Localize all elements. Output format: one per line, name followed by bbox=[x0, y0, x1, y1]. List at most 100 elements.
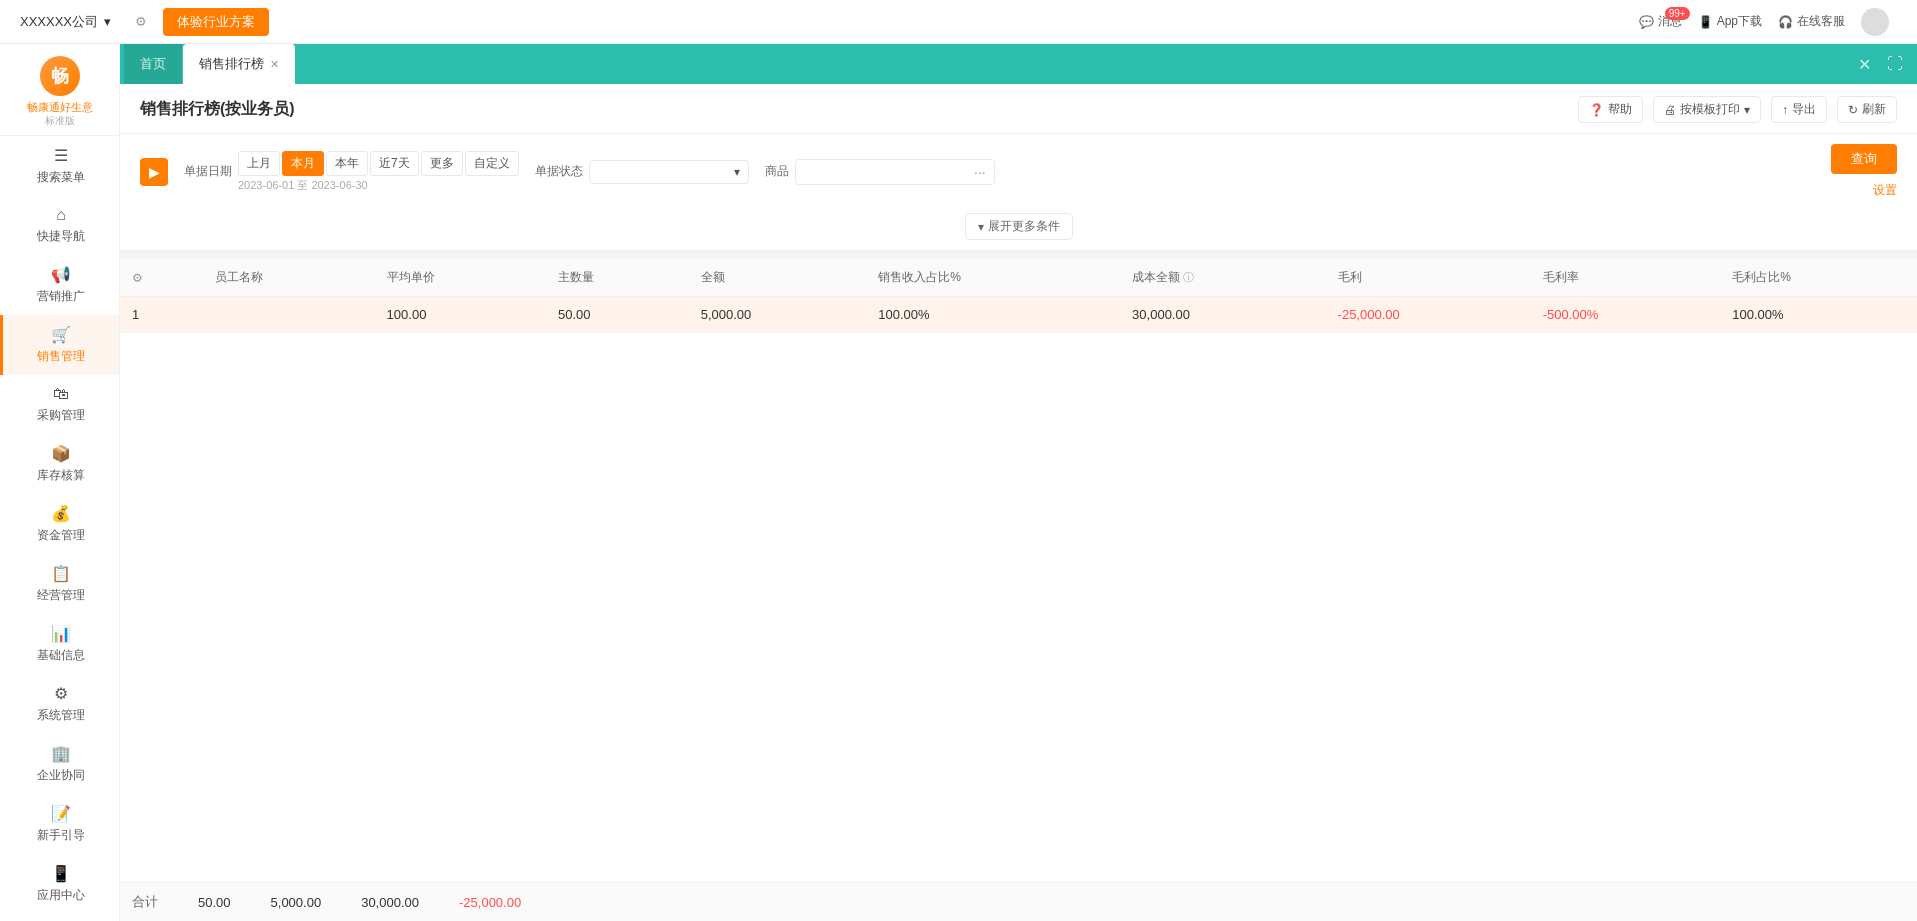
col-revenue-pct: 销售收入占比% bbox=[866, 259, 1120, 297]
refresh-icon: ↻ bbox=[1848, 103, 1858, 117]
sidebar-item-sales[interactable]: 🛒 销售管理 bbox=[0, 315, 119, 375]
window-close-icon[interactable]: ✕ bbox=[1852, 53, 1877, 76]
message-button[interactable]: 💬 消息 99+ bbox=[1639, 13, 1682, 30]
app-label: App下载 bbox=[1717, 13, 1762, 30]
date-btn-this-month[interactable]: 本月 bbox=[282, 151, 324, 176]
expand-more-button[interactable]: ▾ 展开更多条件 bbox=[965, 213, 1073, 240]
refresh-button[interactable]: ↻ 刷新 bbox=[1837, 96, 1897, 123]
date-btn-this-year[interactable]: 本年 bbox=[326, 151, 368, 176]
date-btn-custom[interactable]: 自定义 bbox=[465, 151, 519, 176]
sidebar-label-corp: 企业协同 bbox=[37, 767, 85, 784]
sidebar-label-system: 系统管理 bbox=[37, 707, 85, 724]
help-icon: ❓ bbox=[1589, 103, 1604, 117]
sidebar-item-purchase[interactable]: 🛍 采购管理 bbox=[0, 375, 119, 434]
main-area: 首页 销售排行榜 ✕ ✕ ⛶ 销售排行榜(按业务员) ❓ 帮助 � bbox=[120, 44, 1917, 921]
tab-home[interactable]: 首页 bbox=[124, 44, 183, 84]
sidebar-label-search: 搜索菜单 bbox=[37, 169, 85, 186]
date-btn-last-month[interactable]: 上月 bbox=[238, 151, 280, 176]
sidebar-label-inventory: 库存核算 bbox=[37, 467, 85, 484]
footer-amount: 5,000.00 bbox=[271, 895, 322, 910]
guide-icon: 📝 bbox=[51, 804, 71, 823]
corp-icon: 🏢 bbox=[51, 744, 71, 763]
help-button[interactable]: ❓ 帮助 bbox=[1578, 96, 1643, 123]
col-gross-pct: 毛利占比% bbox=[1720, 259, 1917, 297]
table-footer: 合计 50.00 5,000.00 30,000.00 -25,000.00 bbox=[120, 882, 1917, 921]
window-buttons: ✕ ⛶ bbox=[1852, 53, 1917, 76]
avatar[interactable] bbox=[1861, 8, 1889, 36]
footer-cost: 30,000.00 bbox=[361, 895, 419, 910]
export-button[interactable]: ↑ 导出 bbox=[1771, 96, 1827, 123]
sidebar-item-app-center[interactable]: 📱 应用中心 bbox=[0, 854, 119, 914]
cell-cost: 30,000.00 bbox=[1120, 297, 1325, 333]
footer-gross: -25,000.00 bbox=[459, 895, 521, 910]
sidebar-item-inventory[interactable]: 📦 库存核算 bbox=[0, 434, 119, 494]
sidebar-label-finance: 资金管理 bbox=[37, 527, 85, 544]
basic-icon: 📊 bbox=[51, 624, 71, 643]
home-icon: ⌂ bbox=[56, 206, 66, 224]
print-chevron-icon: ▾ bbox=[1744, 103, 1750, 117]
tab-sales-rank[interactable]: 销售排行榜 ✕ bbox=[183, 44, 295, 84]
sidebar: 畅 畅康通好生意 标准版 ☰ 搜索菜单 ⌂ 快捷导航 📢 营销推广 🛒 销售管理… bbox=[0, 44, 120, 921]
table-container: ⚙ 员工名称 平均单价 主数量 全额 销售收入占比% 成本全额 ⓘ 毛利 毛利率… bbox=[120, 259, 1917, 882]
app-download-button[interactable]: 📱 App下载 bbox=[1698, 13, 1762, 30]
date-btn-more[interactable]: 更多 bbox=[421, 151, 463, 176]
headset-icon: 🎧 bbox=[1778, 15, 1793, 29]
expand-label: 展开更多条件 bbox=[988, 218, 1060, 235]
sidebar-label-app-center: 应用中心 bbox=[37, 887, 85, 904]
company-name: XXXXXX公司 bbox=[20, 13, 98, 31]
filter-expand-arrow[interactable]: ▶ bbox=[140, 158, 168, 186]
print-button[interactable]: 🖨 按模板打印 ▾ bbox=[1653, 96, 1761, 123]
tab-close-icon[interactable]: ✕ bbox=[270, 58, 279, 71]
status-select[interactable]: ▾ bbox=[589, 160, 749, 184]
sidebar-item-quick-nav[interactable]: ⌂ 快捷导航 bbox=[0, 196, 119, 255]
service-button[interactable]: 🎧 在线客服 bbox=[1778, 13, 1845, 30]
footer-label: 合计 bbox=[132, 893, 158, 911]
sidebar-item-finance[interactable]: 💰 资金管理 bbox=[0, 494, 119, 554]
sidebar-label-operation: 经营管理 bbox=[37, 587, 85, 604]
search-menu-icon: ☰ bbox=[54, 146, 68, 165]
cell-name bbox=[203, 297, 374, 333]
date-btn-7days[interactable]: 近7天 bbox=[370, 151, 419, 176]
col-avg-price: 平均单价 bbox=[375, 259, 546, 297]
sales-icon: 🛒 bbox=[51, 325, 71, 344]
sidebar-item-basic[interactable]: 📊 基础信息 bbox=[0, 614, 119, 674]
sidebar-label-quick-nav: 快捷导航 bbox=[37, 228, 85, 245]
system-icon: ⚙ bbox=[54, 684, 68, 703]
col-gross: 毛利 bbox=[1326, 259, 1531, 297]
company-selector[interactable]: XXXXXX公司 ▾ bbox=[12, 9, 119, 35]
status-filter-group: 单据状态 ▾ bbox=[535, 160, 749, 184]
cell-rank: 1 bbox=[120, 297, 203, 333]
cell-gross-rate: -500.00% bbox=[1531, 297, 1721, 333]
goods-input[interactable]: ··· bbox=[795, 159, 995, 185]
sidebar-item-search[interactable]: ☰ 搜索菜单 bbox=[0, 136, 119, 196]
finance-icon: 💰 bbox=[51, 504, 71, 523]
sidebar-label-purchase: 采购管理 bbox=[37, 407, 85, 424]
goods-more-icon[interactable]: ··· bbox=[974, 164, 986, 180]
purchase-icon: 🛍 bbox=[53, 385, 69, 403]
page-header: 销售排行榜(按业务员) ❓ 帮助 🖨 按模板打印 ▾ ↑ 导出 bbox=[120, 84, 1917, 134]
sidebar-item-guide[interactable]: 📝 新手引导 bbox=[0, 794, 119, 854]
sidebar-item-operation[interactable]: 📋 经营管理 bbox=[0, 554, 119, 614]
cell-gross-pct: 100.00% bbox=[1720, 297, 1917, 333]
settings-icon[interactable]: ⚙ bbox=[127, 8, 155, 36]
date-filter-group: 单据日期 上月 本月 本年 近7天 更多 自定义 2023-06-01 至 20… bbox=[184, 151, 519, 193]
sidebar-item-marketing[interactable]: 📢 营销推广 bbox=[0, 255, 119, 315]
query-button[interactable]: 查询 bbox=[1831, 144, 1897, 174]
page-title: 销售排行榜(按业务员) bbox=[140, 99, 295, 120]
status-select-arrow: ▾ bbox=[734, 165, 740, 179]
sidebar-item-system[interactable]: ⚙ 系统管理 bbox=[0, 674, 119, 734]
sidebar-item-corp[interactable]: 🏢 企业协同 bbox=[0, 734, 119, 794]
sidebar-item-wechat[interactable]: 💬 企业微信 bbox=[0, 914, 119, 921]
settings-link[interactable]: 设置 bbox=[1873, 182, 1897, 199]
message-icon: 💬 bbox=[1639, 15, 1654, 29]
window-expand-icon[interactable]: ⛶ bbox=[1881, 53, 1909, 75]
col-cost: 成本全额 ⓘ bbox=[1120, 259, 1325, 297]
inventory-icon: 📦 bbox=[51, 444, 71, 463]
trial-button[interactable]: 体验行业方案 bbox=[163, 8, 269, 36]
service-label: 在线客服 bbox=[1797, 13, 1845, 30]
logo-text: 畅康通好生意 标准版 bbox=[27, 100, 93, 127]
content-area: 销售排行榜(按业务员) ❓ 帮助 🖨 按模板打印 ▾ ↑ 导出 bbox=[120, 84, 1917, 921]
page-actions: ❓ 帮助 🖨 按模板打印 ▾ ↑ 导出 ↻ 刷新 bbox=[1578, 96, 1897, 123]
col-amount: 全额 bbox=[689, 259, 867, 297]
col-settings-icon[interactable]: ⚙ bbox=[132, 271, 143, 285]
